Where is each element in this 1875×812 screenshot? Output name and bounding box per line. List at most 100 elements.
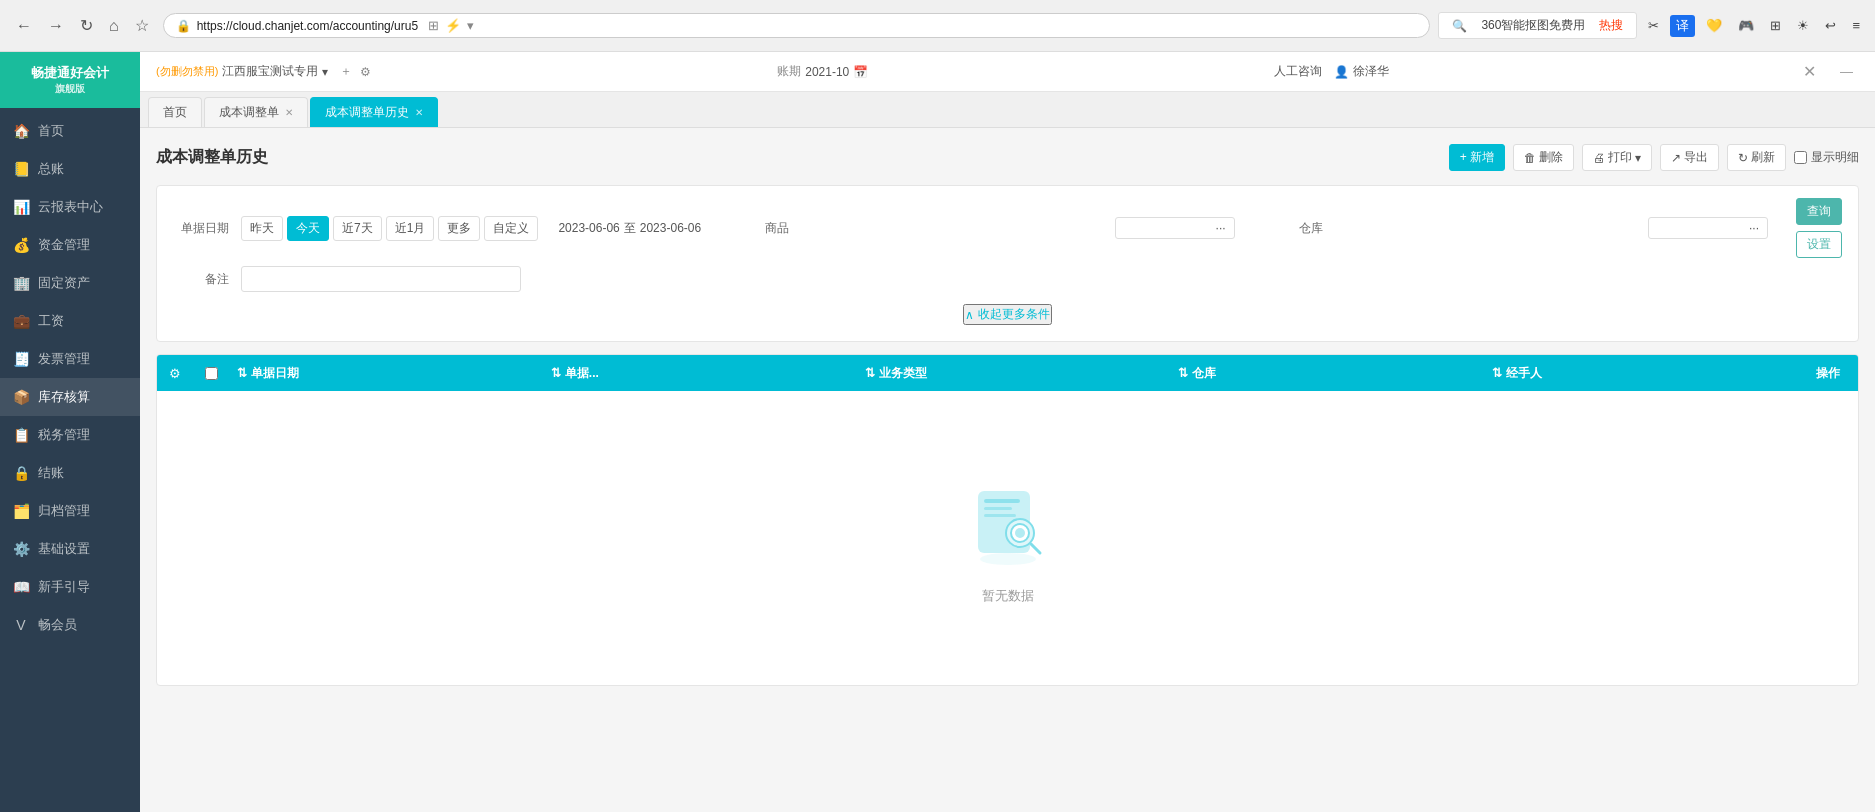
th-biz-type[interactable]: ⇅ 业务类型 (857, 365, 1171, 382)
date-btn-today[interactable]: 今天 (287, 216, 329, 241)
menu-icon[interactable]: ≡ (1847, 16, 1865, 35)
app-topbar: (勿删勿禁用) 江西服宝测试专用 ▾ ＋ ⚙ 账期 2021-10 📅 人工咨询… (140, 52, 1875, 92)
sidebar-item-finance[interactable]: 💰资金管理 (0, 226, 140, 264)
page-content: 成本调整单历史 + 新增 🗑 删除 🖨 打印 ▾ ↗ 导出 (140, 128, 1875, 812)
goods-selector[interactable]: ··· (1115, 217, 1235, 239)
wallet-icon[interactable]: 💛 (1701, 16, 1727, 35)
export-label: 导出 (1684, 149, 1708, 166)
table-select-all[interactable] (193, 367, 229, 380)
query-btn[interactable]: 查询 (1796, 198, 1842, 225)
back-button[interactable]: ← (10, 12, 38, 39)
date-filter-label: 单据日期 (173, 220, 229, 237)
svg-point-0 (980, 553, 1036, 565)
date-btn-1month[interactable]: 近1月 (386, 216, 435, 241)
select-all-checkbox[interactable] (205, 367, 218, 380)
th-warehouse[interactable]: ⇅ 仓库 (1170, 365, 1484, 382)
nav-label-inventory: 库存核算 (38, 388, 90, 406)
print-icon: 🖨 (1593, 151, 1605, 165)
svg-line-8 (1031, 544, 1040, 553)
sidebar-item-tax[interactable]: 📋税务管理 (0, 416, 140, 454)
undo-icon[interactable]: ↩ (1820, 16, 1841, 35)
tab-cost-adjust-history-close-icon[interactable]: ✕ (415, 107, 423, 118)
th-date[interactable]: ⇅ 单据日期 (229, 365, 543, 382)
nav-icon-archive: 🗂️ (12, 503, 30, 519)
sidebar-item-closing[interactable]: 🔒结账 (0, 454, 140, 492)
sidebar-item-home[interactable]: 🏠首页 (0, 112, 140, 150)
date-btn-yesterday[interactable]: 昨天 (241, 216, 283, 241)
home-button[interactable]: ⌂ (103, 12, 125, 39)
add-btn[interactable]: + 新增 (1449, 144, 1505, 171)
address-bar[interactable]: 🔒 https://cloud.chanjet.com/accounting/u… (163, 13, 1431, 38)
nav-icon-assets: 🏢 (12, 275, 30, 291)
window-minimize-btn[interactable]: — (1834, 60, 1859, 83)
calendar-icon[interactable]: 📅 (853, 65, 868, 79)
consult-btn[interactable]: 人工咨询 (1274, 63, 1322, 80)
sidebar-item-guide[interactable]: 📖新手引导 (0, 568, 140, 606)
goods-filter-group: 商品 ··· (733, 217, 1234, 239)
warehouse-filter-group: 仓库 ··· (1267, 217, 1768, 239)
grid-icon[interactable]: ⊞ (1765, 16, 1786, 35)
sidebar-item-salary[interactable]: 💼工资 (0, 302, 140, 340)
search-bar[interactable]: 🔍 360智能抠图免费用 热搜 (1438, 12, 1637, 39)
window-close-btn[interactable]: ✕ (1795, 58, 1824, 85)
svg-rect-3 (984, 507, 1012, 510)
page-header: 成本调整单历史 + 新增 🗑 删除 🖨 打印 ▾ ↗ 导出 (156, 144, 1859, 171)
settings-icon[interactable]: ⚙ (360, 65, 371, 79)
th-warehouse-sort-icon: ⇅ (1178, 366, 1188, 380)
nav-label-finance: 资金管理 (38, 236, 90, 254)
warehouse-selector[interactable]: ··· (1648, 217, 1768, 239)
brightness-icon[interactable]: ☀ (1792, 16, 1814, 35)
collapse-up-icon: ∧ (965, 308, 974, 322)
tab-cost-adjust[interactable]: 成本调整单 ✕ (204, 97, 308, 127)
add-icon[interactable]: ＋ (340, 63, 352, 80)
user-avatar[interactable]: 👤徐泽华 (1334, 63, 1389, 80)
collapse-label: 收起更多条件 (978, 306, 1050, 323)
print-btn[interactable]: 🖨 打印 ▾ (1582, 144, 1652, 171)
company-selector[interactable]: (勿删勿禁用) 江西服宝测试专用 ▾ ＋ ⚙ (156, 63, 371, 80)
export-btn[interactable]: ↗ 导出 (1660, 144, 1719, 171)
tab-home[interactable]: 首页 (148, 97, 202, 127)
date-btn-more[interactable]: 更多 (438, 216, 480, 241)
date-btn-custom[interactable]: 自定义 (484, 216, 538, 241)
display-cols-checkbox[interactable] (1794, 151, 1807, 164)
search-icon: 🔍 (1447, 17, 1472, 35)
settings-filter-btn[interactable]: 设置 (1796, 231, 1842, 258)
sidebar-item-inventory[interactable]: 📦 库存核算 (0, 378, 140, 416)
forward-button[interactable]: → (42, 12, 70, 39)
th-handler[interactable]: ⇅ 经手人 (1484, 365, 1798, 382)
user-icon: 👤 (1334, 65, 1349, 79)
nav-label-member: 畅会员 (38, 616, 77, 634)
warning-label: (勿删勿禁用) (156, 64, 218, 79)
sidebar-item-assets[interactable]: 🏢固定资产 (0, 264, 140, 302)
sidebar-item-archive[interactable]: 🗂️归档管理 (0, 492, 140, 530)
sidebar-item-invoice[interactable]: 🧾发票管理 (0, 340, 140, 378)
display-cols-label[interactable]: 显示明细 (1794, 149, 1859, 166)
app-logo: 畅捷通好会计 旗舰版 (0, 52, 140, 108)
tab-cost-adjust-label: 成本调整单 (219, 104, 279, 121)
remark-input[interactable] (241, 266, 521, 292)
sidebar-item-settings[interactable]: ⚙️基础设置 (0, 530, 140, 568)
tab-cost-adjust-history[interactable]: 成本调整单历史 ✕ (310, 97, 438, 127)
sidebar-item-report[interactable]: 📊云报表中心 (0, 188, 140, 226)
top-actions: 人工咨询 👤徐泽华 (1274, 63, 1389, 80)
date-btn-7days[interactable]: 近7天 (333, 216, 382, 241)
query-actions: 查询 设置 (1796, 198, 1842, 258)
address-chevron-icon: ▾ (467, 18, 474, 33)
goods-label: 商品 (733, 220, 789, 237)
refresh-btn[interactable]: ↻ 刷新 (1727, 144, 1786, 171)
delete-btn[interactable]: 🗑 删除 (1513, 144, 1574, 171)
lightning-icon: ⚡ (445, 18, 461, 33)
nav-icon-inventory: 📦 (12, 389, 30, 405)
th-bill-no[interactable]: ⇅ 单据... (543, 365, 857, 382)
collapse-btn[interactable]: ∧ 收起更多条件 (963, 304, 1052, 325)
translate-icon[interactable]: 译 (1670, 15, 1695, 37)
reload-button[interactable]: ↻ (74, 12, 99, 39)
scissors-icon[interactable]: ✂ (1643, 16, 1664, 35)
game-icon[interactable]: 🎮 (1733, 16, 1759, 35)
tab-cost-adjust-close-icon[interactable]: ✕ (285, 107, 293, 118)
sidebar-item-member[interactable]: V畅会员 (0, 606, 140, 644)
sidebar-item-ledger[interactable]: 📒总账 (0, 150, 140, 188)
nav-items-list: 🏠首页📒总账📊云报表中心💰资金管理🏢固定资产💼工资🧾发票管理 📦 库存核算 📋税务管理… (0, 108, 140, 812)
bookmark-button[interactable]: ☆ (129, 12, 155, 39)
table-settings-icon[interactable]: ⚙ (157, 366, 193, 381)
